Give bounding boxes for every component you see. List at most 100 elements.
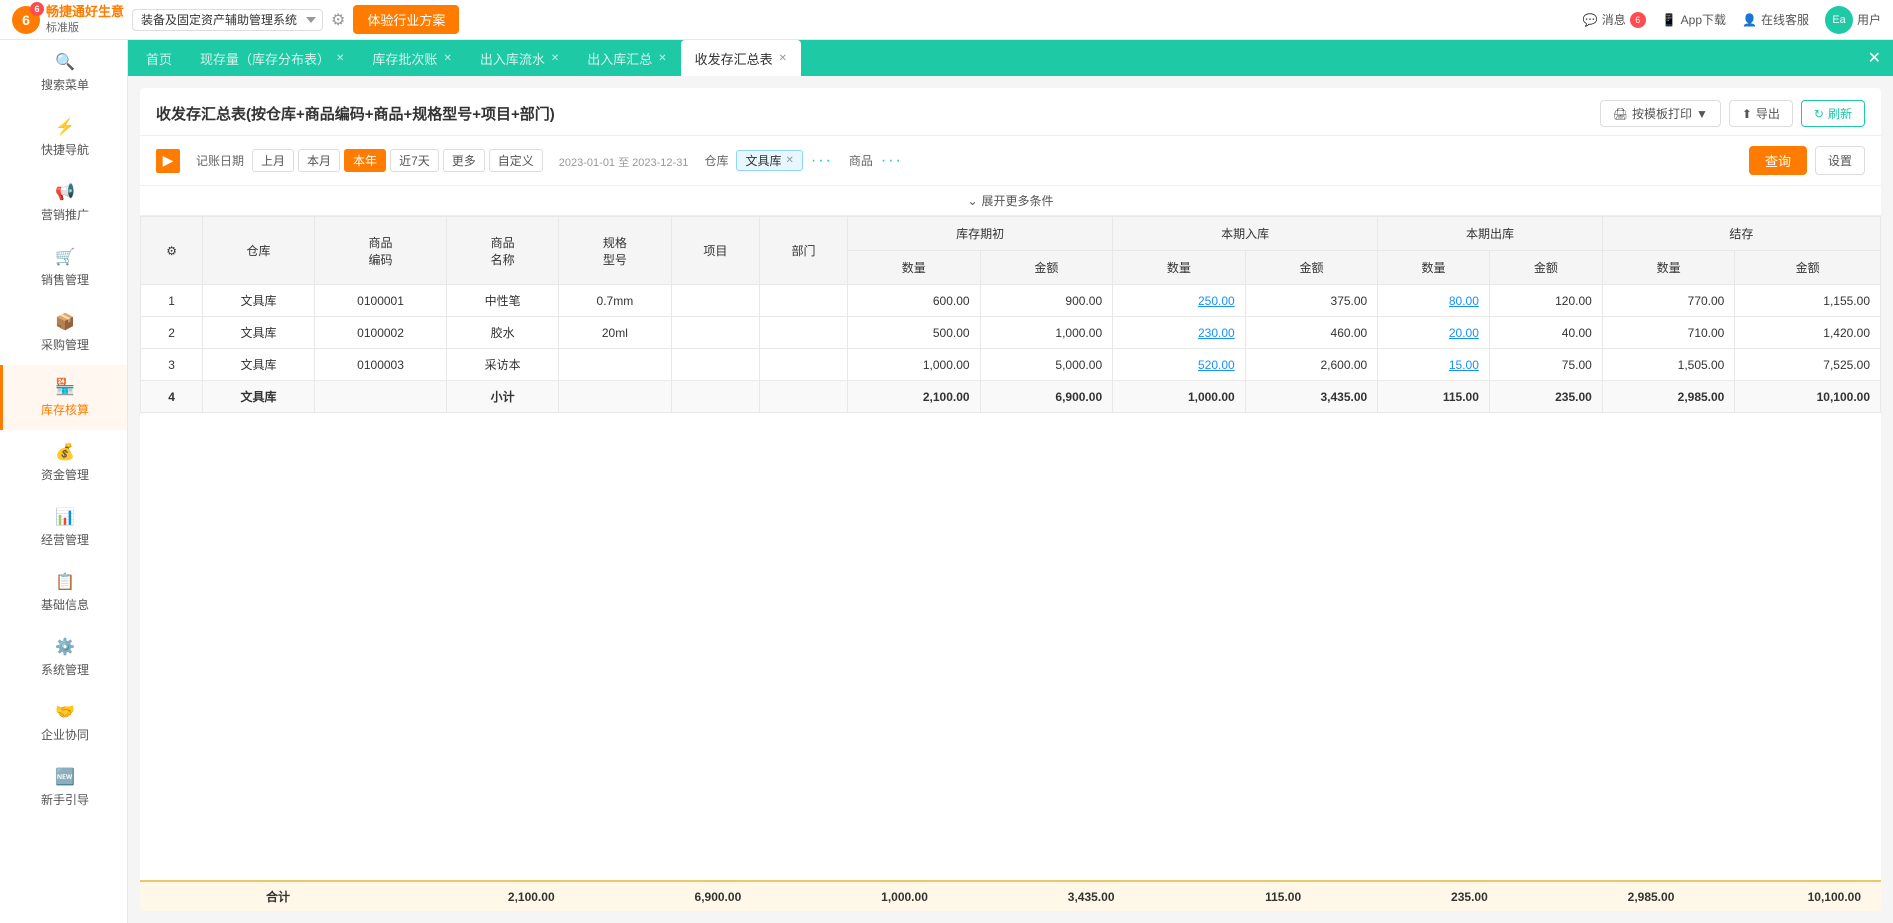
app-download-item[interactable]: 📱 App下载 [1662,11,1726,28]
cell-in-amt: 3,435.00 [1245,381,1378,413]
col-out-qty: 数量 [1378,251,1490,285]
cell-project [671,381,759,413]
filter-settings-button[interactable]: 设置 [1815,146,1865,175]
sidebar-item-operations[interactable]: 📊 经营管理 [0,495,127,560]
warehouse-label: 仓库 [704,152,728,169]
sales-icon: 🛒 [55,247,75,267]
expand-conditions-button[interactable]: ⌄ 展开更多条件 [967,192,1053,209]
corp-icon: 🤝 [55,702,75,722]
user-item[interactable]: Ea 用户 [1825,6,1881,34]
cell-no: 4 [141,381,203,413]
tab-batch-close[interactable]: ✕ [443,53,451,64]
sidebar-item-label: 营销推广 [41,206,89,223]
main-layout: 🔍 搜索菜单 ⚡ 快捷导航 📢 营销推广 🛒 销售管理 📦 采购管理 🏪 库存核… [0,40,1893,923]
cell-balance-qty: 770.00 [1602,285,1735,317]
report-actions: 🖨 按模板打印 ▼ ⬆ 导出 ↻ 刷新 [1600,100,1865,127]
query-button[interactable]: 查询 [1749,146,1807,175]
message-badge: 6 [1630,12,1646,28]
sidebar-item-system[interactable]: ⚙️ 系统管理 [0,625,127,690]
sidebar-item-base[interactable]: 📋 基础信息 [0,560,127,625]
quick-icon: ⚡ [55,117,75,137]
logo-text: 畅捷通好生意 标准版 [46,4,124,35]
system-select[interactable]: 装备及固定资产辅助管理系统 [132,9,323,31]
top-bar-right: 💬 消息 6 📱 App下载 👤 在线客服 Ea 用户 [1583,6,1881,34]
mobile-icon: 📱 [1662,13,1677,27]
cell-opening-qty: 500.00 [848,317,981,349]
date-btn-7days[interactable]: 近7天 [390,149,439,172]
logo-badge: 6 [30,2,44,16]
col-name: 商品名称 [447,217,559,285]
filter-toggle-button[interactable]: ▶ [156,149,180,173]
close-all-tabs[interactable]: ✕ [1860,48,1889,68]
date-btn-this-month[interactable]: 本月 [298,149,340,172]
col-opening-amt: 金额 [980,251,1113,285]
col-code: 商品编码 [314,217,447,285]
tab-home[interactable]: 首页 [132,40,186,76]
table-settings-icon[interactable]: ⚙ [166,244,177,258]
warehouse-filter-group: 仓库 文具库 ✕ ··· [704,150,832,171]
online-service-item[interactable]: 👤 在线客服 [1742,11,1809,28]
sidebar-item-inventory[interactable]: 🏪 库存核算 [0,365,127,430]
cell-out-qty[interactable]: 80.00 [1378,285,1490,317]
tab-batch[interactable]: 库存批次账 ✕ [358,40,465,76]
cell-balance-amt: 1,155.00 [1735,285,1881,317]
date-btn-custom[interactable]: 自定义 [489,149,543,172]
cell-out-qty[interactable]: 20.00 [1378,317,1490,349]
table-row: 3 文具库 0100003 采访本 1,000.00 5,000.00 520.… [141,349,1881,381]
cell-spec [558,381,671,413]
tab-stock-dist-close[interactable]: ✕ [336,53,344,64]
tab-summary[interactable]: 出入库汇总 ✕ [573,40,680,76]
cell-warehouse: 文具库 [203,349,315,381]
sidebar-item-guide[interactable]: 🆕 新手引导 [0,755,127,820]
trial-button[interactable]: 体验行业方案 [353,5,459,34]
cell-in-qty[interactable]: 250.00 [1113,285,1246,317]
cell-out-qty[interactable]: 15.00 [1378,349,1490,381]
cell-balance-amt: 1,420.00 [1735,317,1881,349]
col-group-out: 本期出库 [1378,217,1603,251]
col-settings[interactable]: ⚙ [141,217,203,285]
finance-icon: 💰 [55,442,75,462]
export-button[interactable]: ⬆ 导出 [1729,100,1793,127]
sidebar-item-quick[interactable]: ⚡ 快捷导航 [0,105,127,170]
cell-balance-amt: 7,525.00 [1735,349,1881,381]
cell-opening-qty: 1,000.00 [848,349,981,381]
top-bar-left: 6 6 畅捷通好生意 标准版 装备及固定资产辅助管理系统 ⚙ 体验行业方案 [12,4,459,35]
date-btn-last-month[interactable]: 上月 [252,149,294,172]
cell-spec: 20ml [558,317,671,349]
tab-summary-label: 出入库汇总 [587,49,652,68]
cell-name: 小计 [447,381,559,413]
goods-more-dots[interactable]: ··· [881,152,903,170]
sidebar-item-finance[interactable]: 💰 资金管理 [0,430,127,495]
tab-summary-close[interactable]: ✕ [658,53,666,64]
print-button[interactable]: 🖨 按模板打印 ▼ [1600,100,1721,127]
cell-no: 3 [141,349,203,381]
sidebar-item-label: 快捷导航 [41,141,89,158]
total-opening-amt: 6,900.00 [565,890,752,904]
system-icon: ⚙️ [55,637,75,657]
cell-out-amt: 235.00 [1489,381,1602,413]
report-header: 收发存汇总表(按仓库+商品编码+商品+规格型号+项目+部门) 🖨 按模板打印 ▼… [140,88,1881,136]
warehouse-tag-remove[interactable]: ✕ [785,155,793,166]
cell-in-qty[interactable]: 230.00 [1113,317,1246,349]
system-settings-icon[interactable]: ⚙ [331,10,345,30]
refresh-button[interactable]: ↻ 刷新 [1801,100,1865,127]
total-bar: 合计 2,100.00 6,900.00 1,000.00 3,435.00 1… [140,880,1881,911]
tab-flow-close[interactable]: ✕ [551,53,559,64]
tab-receipt-summary-close[interactable]: ✕ [779,53,787,64]
date-btn-this-year[interactable]: 本年 [344,149,386,172]
sidebar-item-purchase[interactable]: 📦 采购管理 [0,300,127,365]
warehouse-more-dots[interactable]: ··· [811,152,833,170]
cell-out-amt: 120.00 [1489,285,1602,317]
sidebar-item-corp[interactable]: 🤝 企业协同 [0,690,127,755]
tab-flow[interactable]: 出入库流水 ✕ [466,40,573,76]
cell-dept [759,317,847,349]
col-spec: 规格型号 [558,217,671,285]
sidebar-item-sales[interactable]: 🛒 销售管理 [0,235,127,300]
message-item[interactable]: 💬 消息 6 [1583,11,1646,28]
sidebar-item-marketing[interactable]: 📢 营销推广 [0,170,127,235]
tab-stock-dist[interactable]: 现存量（库存分布表） ✕ [186,40,358,76]
date-btn-more[interactable]: 更多 [443,149,485,172]
sidebar-item-search[interactable]: 🔍 搜索菜单 [0,40,127,105]
cell-in-qty[interactable]: 520.00 [1113,349,1246,381]
tab-receipt-summary[interactable]: 收发存汇总表 ✕ [681,40,801,76]
